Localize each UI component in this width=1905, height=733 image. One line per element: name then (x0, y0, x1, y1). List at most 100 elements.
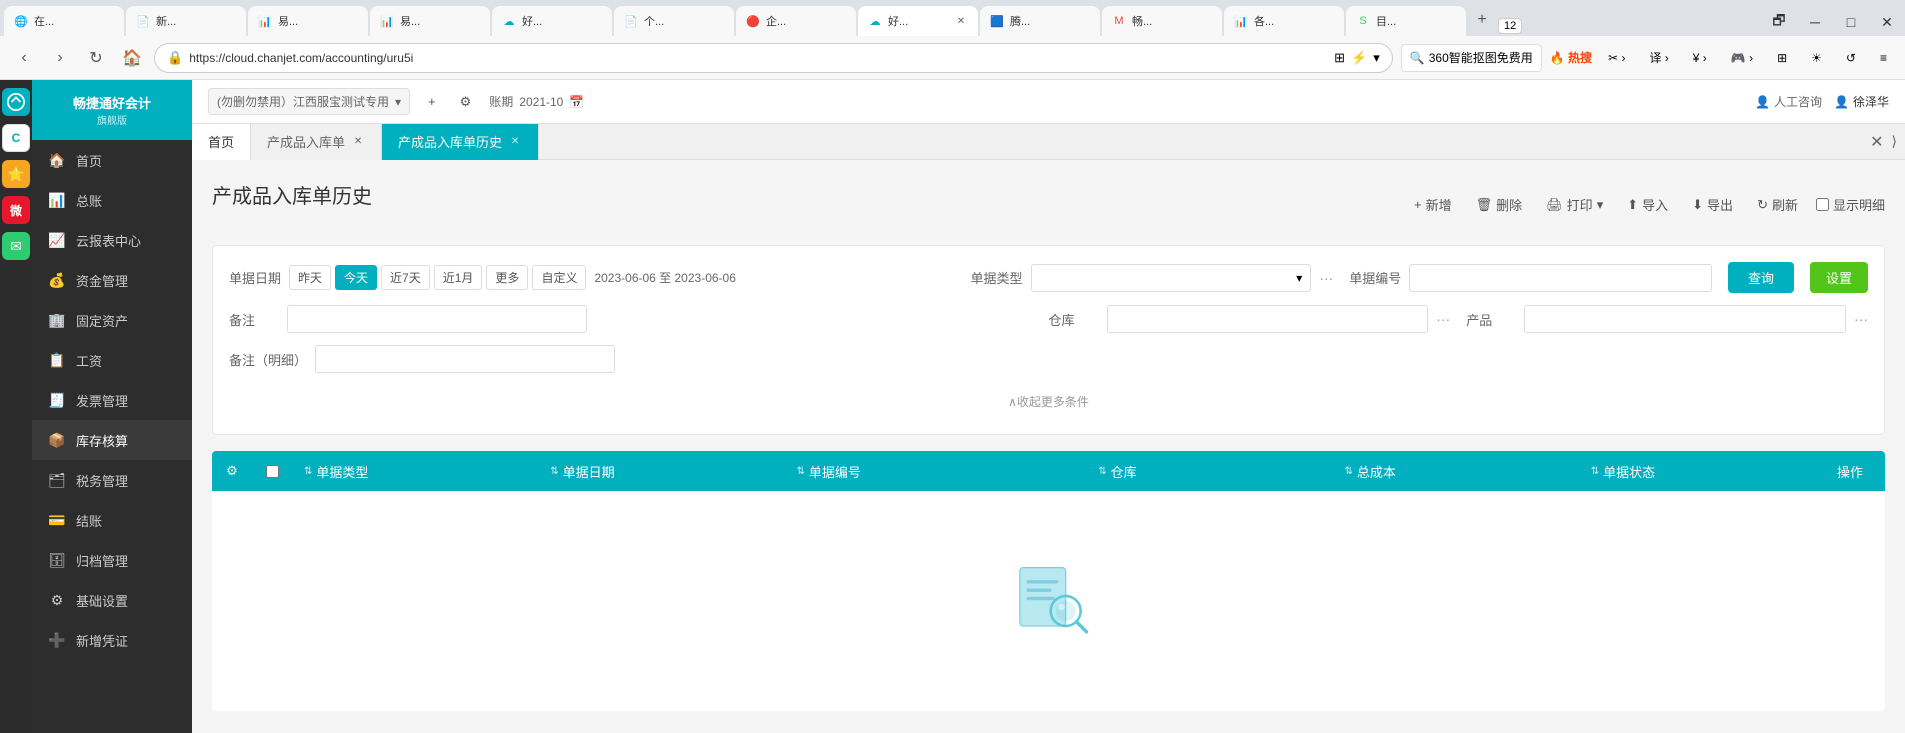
lightning-icon[interactable]: ⚡ (1351, 50, 1367, 66)
app-icon-main[interactable] (2, 88, 30, 116)
tab-t1[interactable]: 🌐 在... (4, 6, 124, 36)
tab-page-list[interactable]: 产成品入库单 ✕ (251, 124, 382, 160)
tab-t3[interactable]: 📊 易... (248, 6, 368, 36)
th-cost[interactable]: ⇅ 总成本 (1333, 462, 1579, 481)
sidebar-item-inventory[interactable]: 📦 库存核算 (32, 420, 192, 460)
tab-t11[interactable]: 📊 各... (1224, 6, 1344, 36)
search-box[interactable]: 🔍 360智能抠图免费用 (1401, 44, 1542, 72)
refresh-btn[interactable]: ↻ 刷新 (1751, 191, 1804, 218)
back-btn[interactable]: ‹ (10, 44, 38, 72)
maximize-btn[interactable]: □ (1837, 10, 1865, 34)
setting-btn[interactable]: 设置 (1810, 262, 1868, 293)
scissors-btn[interactable]: ✂ › (1600, 44, 1633, 72)
custom-btn[interactable]: 自定义 (532, 265, 586, 290)
select-all-checkbox[interactable] (266, 465, 279, 478)
tab-t4[interactable]: 📊 易... (370, 6, 490, 36)
yesterday-btn[interactable]: 昨天 (289, 265, 331, 290)
app-icon-chanjet[interactable]: C (2, 124, 30, 152)
import-btn[interactable]: ⬆ 导入 (1621, 191, 1674, 218)
tab-close-t8[interactable]: ✕ (954, 14, 968, 28)
print-btn[interactable]: 🖨 打印 ▾ (1540, 191, 1609, 218)
detail-remark-input[interactable] (315, 345, 615, 373)
sidebar-item-archive[interactable]: 🗄 归档管理 (32, 540, 192, 580)
tab-t7[interactable]: 🔴 企... (736, 6, 856, 36)
user-profile[interactable]: 👤 徐泽华 (1834, 93, 1889, 110)
sidebar-item-home[interactable]: 🏠 首页 (32, 140, 192, 180)
last-month-btn[interactable]: 近1月 (434, 265, 483, 290)
minimize-btn[interactable]: ─ (1801, 10, 1829, 34)
display-detail-checkbox[interactable] (1816, 198, 1829, 211)
export-btn[interactable]: ⬇ 导出 (1686, 191, 1739, 218)
reload2-btn[interactable]: ↺ (1838, 44, 1864, 72)
user-service-btn[interactable]: 👤 人工咨询 (1755, 93, 1822, 110)
home-nav-btn[interactable]: 🏠 (118, 44, 146, 72)
sidebar-item-settings[interactable]: ⚙ 基础设置 (32, 580, 192, 620)
tab-title-t4: 易... (400, 13, 480, 29)
dropdown-icon[interactable]: ▾ (1373, 50, 1380, 66)
reload-btn[interactable]: ↻ (82, 44, 110, 72)
th-status[interactable]: ⇅ 单据状态 (1579, 462, 1825, 481)
more-date-btn[interactable]: 更多 (486, 265, 528, 290)
tab-list-close[interactable]: ✕ (351, 135, 365, 149)
tab-t6[interactable]: 📄 个... (614, 6, 734, 36)
remark-input[interactable] (287, 305, 587, 333)
sidebar-item-tax[interactable]: 🗂 税务管理 (32, 460, 192, 500)
tab-page-history[interactable]: 产成品入库单历史 ✕ (382, 124, 539, 160)
sidebar-item-assets[interactable]: 🏢 固定资产 (32, 300, 192, 340)
query-btn[interactable]: 查询 (1728, 262, 1794, 293)
th-no[interactable]: ⇅ 单据编号 (784, 462, 1086, 481)
tab-page-home[interactable]: 首页 (192, 124, 251, 160)
forward-btn[interactable]: › (46, 44, 74, 72)
no-input[interactable] (1409, 264, 1712, 292)
sun-btn[interactable]: ☀ (1803, 44, 1830, 72)
tab-t5[interactable]: ☁ 好... (492, 6, 612, 36)
app-icon-star[interactable]: ⭐ (2, 160, 30, 188)
sidebar-item-invoice[interactable]: 🧾 发票管理 (32, 380, 192, 420)
add-company-btn[interactable]: + (422, 90, 442, 113)
translate-btn[interactable]: 译 › (1641, 44, 1676, 72)
game-btn[interactable]: 🎮 › (1723, 44, 1761, 72)
settings-gear-btn[interactable]: ⚙ (454, 90, 478, 114)
table-header: ⚙ ⇅ 单据类型 ⇅ 单据日期 (212, 451, 1885, 491)
sidebar-header[interactable]: 畅捷通好会计 旗舰版 (32, 80, 192, 140)
th-warehouse[interactable]: ⇅ 仓库 (1086, 462, 1332, 481)
tab-t12[interactable]: S 目... (1346, 6, 1466, 36)
product-input[interactable] (1524, 305, 1846, 333)
close-browser-btn[interactable]: ✕ (1873, 10, 1901, 34)
last7-btn[interactable]: 近7天 (381, 265, 430, 290)
tab-t2[interactable]: 📄 新... (126, 6, 246, 36)
th-gear[interactable]: ⚙ (212, 463, 252, 479)
warehouse-select[interactable] (1107, 305, 1429, 333)
delete-btn[interactable]: 🗑 删除 (1470, 191, 1529, 218)
sidebar-item-funds[interactable]: 💰 资金管理 (32, 260, 192, 300)
th-checkbox[interactable] (252, 465, 292, 478)
type-select[interactable]: ▾ (1031, 264, 1312, 292)
new-tab-button[interactable]: + (1468, 6, 1496, 34)
collapse-bar[interactable]: ∧ 收起更多条件 (229, 385, 1868, 418)
th-date[interactable]: ⇅ 单据日期 (538, 462, 784, 481)
restore-btn[interactable]: 🗗 (1765, 10, 1793, 34)
menu-btn[interactable]: ≡ (1872, 44, 1895, 72)
tab-t8[interactable]: ☁ 好... ✕ (858, 6, 978, 36)
grid-btn[interactable]: ⊞ (1769, 44, 1795, 72)
add-btn[interactable]: + 新增 (1408, 191, 1458, 218)
sidebar-item-checkout[interactable]: 💳 结账 (32, 500, 192, 540)
sidebar-item-reports[interactable]: 📈 云报表中心 (32, 220, 192, 260)
calendar-icon[interactable]: 📅 (569, 95, 584, 109)
panel-expand-btn[interactable]: ⟩ (1892, 133, 1897, 150)
panel-close-btn[interactable]: ✕ (1870, 132, 1883, 152)
sidebar-item-ledger[interactable]: 📊 总账 (32, 180, 192, 220)
tab-t9[interactable]: 🟦 腾... (980, 6, 1100, 36)
th-type[interactable]: ⇅ 单据类型 (292, 462, 538, 481)
tab-t10[interactable]: M 畅... (1102, 6, 1222, 36)
today-btn[interactable]: 今天 (335, 265, 377, 290)
app-icon-weibo[interactable]: 微 (2, 196, 30, 224)
sidebar-item-payroll[interactable]: 📋 工资 (32, 340, 192, 380)
app-icon-mail[interactable]: ✉ (2, 232, 30, 260)
grid-icon[interactable]: ⊞ (1334, 50, 1345, 66)
company-select[interactable]: (勿删勿禁用）江西服宝测试专用 ▾ (208, 88, 410, 115)
money-btn[interactable]: ¥ › (1685, 44, 1715, 72)
tab-history-close[interactable]: ✕ (508, 135, 522, 149)
url-bar[interactable]: 🔒 https://cloud.chanjet.com/accounting/u… (154, 43, 1393, 73)
sidebar-item-newvoucher[interactable]: ➕ 新增凭证 (32, 620, 192, 660)
